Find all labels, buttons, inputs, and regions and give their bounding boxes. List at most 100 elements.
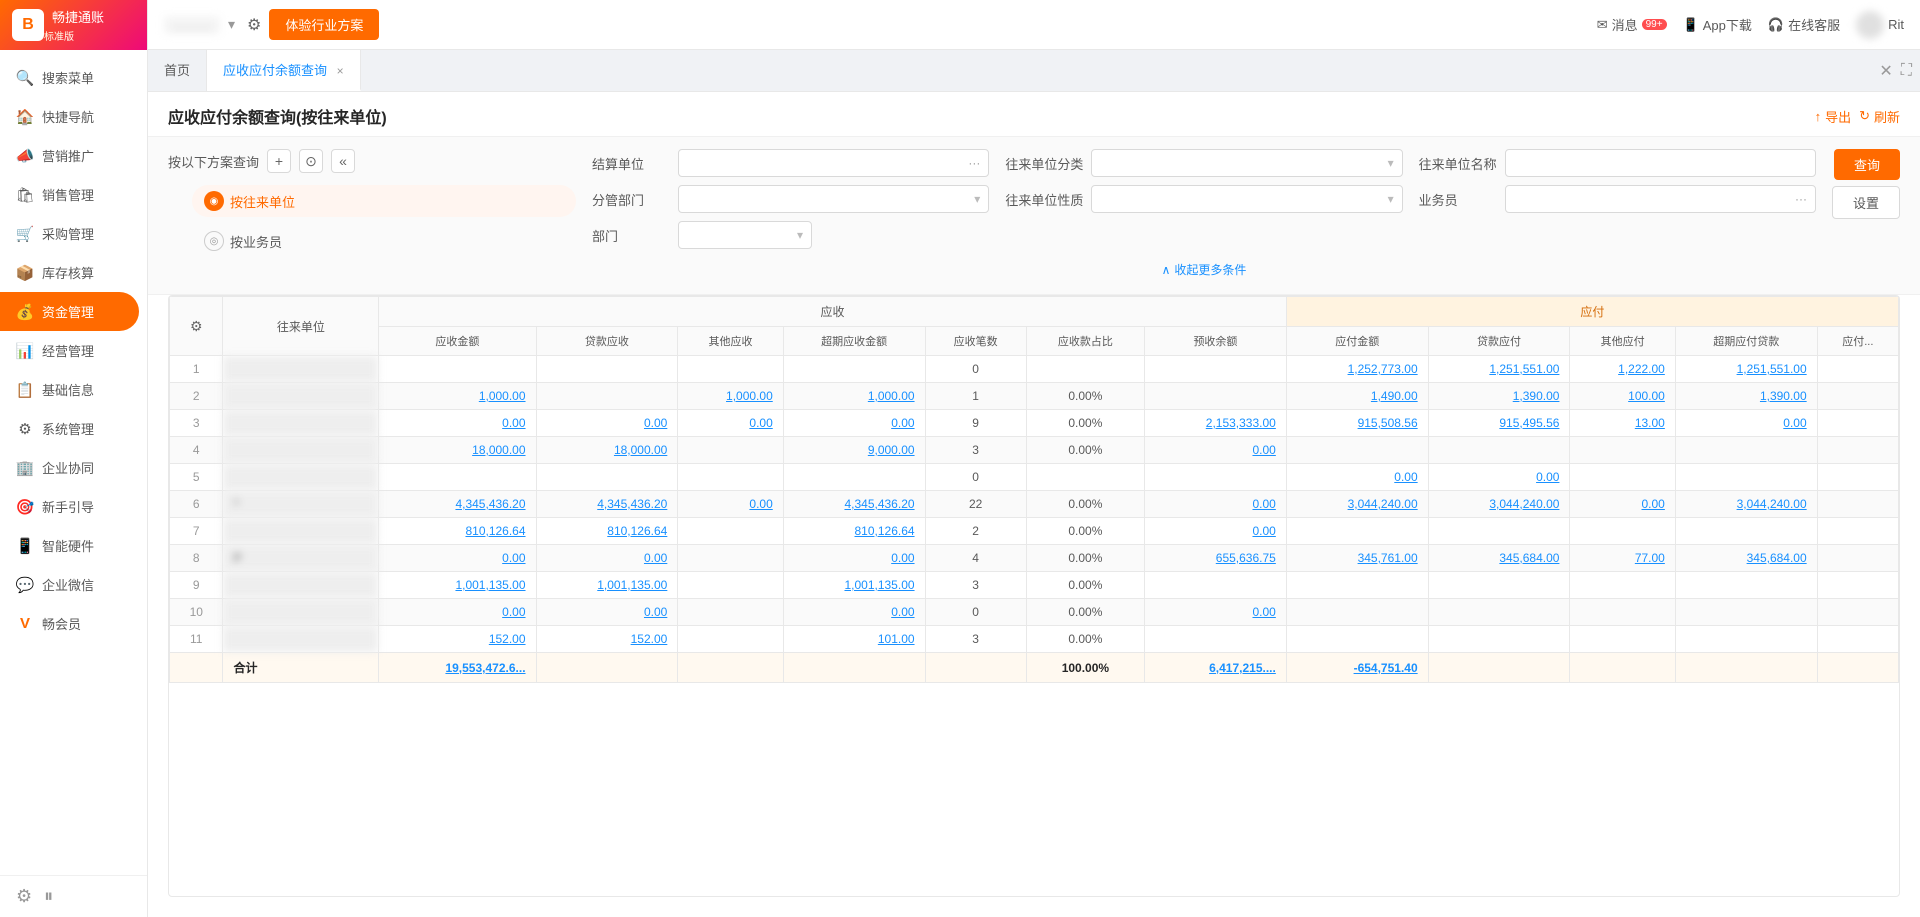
filter-collapse-button[interactable]: « (331, 149, 355, 173)
sidebar-footer: ⚙ ⏸ (0, 875, 147, 917)
finance-icon: 💰 (16, 303, 34, 321)
refresh-button[interactable]: ↻ 刷新 (1859, 107, 1900, 126)
query-button[interactable]: 查询 (1834, 149, 1900, 180)
wanglai-nature-select[interactable]: ▾ (1091, 185, 1402, 213)
tab-close-icon[interactable]: × (337, 64, 344, 78)
topbar-gear-icon[interactable]: ⚙ (247, 15, 261, 35)
col-ap-amount: 应付金额 (1286, 327, 1428, 356)
wanglai-name-input[interactable] (1505, 149, 1816, 177)
tab-ar-ap[interactable]: 应收应付余额查询 × (207, 50, 361, 91)
topbar-dropdown-icon[interactable]: ▾ (228, 16, 235, 33)
table-row: 6^4,345,436.204,345,436.200.004,345,436.… (170, 491, 1899, 518)
tab-bar: 首页 应收应付余额查询 × ✕ ⛶ (148, 50, 1920, 92)
sidebar-item-finance[interactable]: 💰 资金管理 (0, 292, 139, 331)
salesperson-input[interactable]: ··· (1505, 185, 1816, 213)
col-loan-ap: 贷款应付 (1428, 327, 1570, 356)
business-icon: 📊 (16, 342, 34, 360)
col-ap-more: 应付... (1817, 327, 1898, 356)
sidebar-item-purchase[interactable]: 🛒 采购管理 (0, 214, 147, 253)
sidebar-settings-icon[interactable]: ⚙ (16, 886, 32, 907)
subnav-by-partner[interactable]: ◉ 按往来单位 (192, 185, 576, 217)
sidebar-item-marketing[interactable]: 📣 营销推广 (0, 136, 147, 175)
table-row: 30.000.000.000.0090.00%2,153,333.00915,5… (170, 410, 1899, 437)
table-row: 7810,126.64810,126.64810,126.6420.00%0.0… (170, 518, 1899, 545)
col-overdue-ap: 超期应付贷款 (1675, 327, 1817, 356)
sidebar-logo: B 畅捷通账 标准版 (0, 0, 147, 50)
filter-row-3: 部门 ▾ (592, 221, 1816, 249)
filter-wanglai-nature: 往来单位性质 ▾ (1005, 185, 1402, 213)
sidebar-item-member[interactable]: V 畅会员 (0, 604, 147, 643)
topbar: ............ ▾ ⚙ 体验行业方案 ✉ 消息 99+ 📱 App下载… (148, 0, 1920, 50)
partner-nav-icon: ◉ (204, 191, 224, 211)
smarthw-icon: 📱 (16, 537, 34, 555)
logo-icon: B (12, 9, 44, 41)
subnav-by-staff[interactable]: ◎ 按业务员 (192, 225, 576, 257)
footer-settings (170, 653, 223, 683)
col-other-ap: 其他应付 (1570, 327, 1675, 356)
window-close-icon[interactable]: ✕ (1879, 61, 1892, 81)
filter-salesperson: 业务员 ··· (1419, 185, 1816, 213)
sidebar-item-system[interactable]: ⚙ 系统管理 (0, 409, 147, 448)
filter-action-btns: 查询 设置 (1832, 149, 1900, 282)
sidebar-item-search[interactable]: 🔍 搜索菜单 (0, 58, 147, 97)
sidebar-item-enterprise[interactable]: 🏢 企业协同 (0, 448, 147, 487)
plan-button[interactable]: 体验行业方案 (269, 9, 379, 40)
collapse-more-button[interactable]: ∧ 收起更多条件 (592, 257, 1816, 282)
footer-ar-total[interactable]: 19,553,472.6... (379, 653, 536, 683)
export-icon: ↑ (1815, 109, 1822, 124)
add-filter-button[interactable]: + (267, 149, 291, 173)
window-expand-icon[interactable]: ⛶ (1901, 62, 1912, 80)
query-scheme-nav: ◉ 按往来单位 ◎ 按业务员 (192, 185, 576, 257)
jisuandanwei-input[interactable]: ··· (678, 149, 989, 177)
staff-nav-icon: ◎ (204, 231, 224, 251)
col-ar-amount: 应收金额 (379, 327, 536, 356)
sidebar-nav: 🔍 搜索菜单 🏠 快捷导航 📣 营销推广 🛍 销售管理 🛒 采购管理 📦 (0, 50, 147, 875)
col-settings[interactable]: ⚙ (170, 297, 223, 356)
filter-wanglai-name: 往来单位名称 (1419, 149, 1816, 177)
enterprise-icon: 🏢 (16, 459, 34, 477)
table-row: 418,000.0018,000.009,000.0030.00%0.00 (170, 437, 1899, 464)
sidebar-item-wechat[interactable]: 💬 企业微信 (0, 565, 147, 604)
refresh-icon: ↻ (1859, 108, 1870, 124)
app-download-button[interactable]: 📱 App下载 (1683, 15, 1752, 34)
sidebar-collapse-icon[interactable]: ⏸ (44, 886, 53, 907)
page-title: 应收应付余额查询(按往来单位) (168, 104, 387, 128)
service-icon: 🎧 (1768, 17, 1784, 33)
dept2-select[interactable]: ▾ (678, 221, 812, 249)
footer-ap-total[interactable]: -654,751.40 (1286, 653, 1428, 683)
col-loan-ar: 贷款应收 (536, 327, 678, 356)
online-service-button[interactable]: 🎧 在线客服 (1768, 15, 1840, 34)
data-table-container: ⚙ 往来单位 应收 应付 应收金额 贷款应收 其他应收 超期应收金额 应收笔数 … (168, 295, 1900, 897)
footer-label: 合计 (223, 653, 379, 683)
department-select[interactable]: ▾ (678, 185, 989, 213)
table-footer-row: 合计 19,553,472.6... 100.00% 6,417,215....… (170, 653, 1899, 683)
search-menu-icon: 🔍 (16, 69, 34, 87)
member-icon: V (16, 615, 34, 633)
purchase-icon: 🛒 (16, 225, 34, 243)
sidebar-item-baseinfo[interactable]: 📋 基础信息 (0, 370, 147, 409)
collapse-icon: ∧ (1162, 263, 1171, 277)
sidebar-item-quicknav[interactable]: 🏠 快捷导航 (0, 97, 147, 136)
table-row: 91,001,135.001,001,135.001,001,135.0030.… (170, 572, 1899, 599)
sidebar-item-business[interactable]: 📊 经营管理 (0, 331, 147, 370)
sidebar-item-sales[interactable]: 🛍 销售管理 (0, 175, 147, 214)
sidebar-item-inventory[interactable]: 📦 库存核算 (0, 253, 147, 292)
tab-home[interactable]: 首页 (148, 50, 207, 91)
user-avatar[interactable]: Rit (1856, 11, 1904, 39)
table-row: 11152.00152.00101.0030.00% (170, 626, 1899, 653)
sidebar-item-smarthw[interactable]: 📱 智能硬件 (0, 526, 147, 565)
marketing-icon: 📣 (16, 147, 34, 165)
message-button[interactable]: ✉ 消息 99+ (1597, 15, 1667, 34)
filter-section: 按以下方案查询 + ⊙ « ◉ 按往来单位 ◎ 按业务员 (168, 149, 576, 282)
wanglai-category-select[interactable]: ▾ (1091, 149, 1402, 177)
export-button[interactable]: ↑ 导出 (1815, 107, 1852, 126)
system-icon: ⚙ (16, 420, 34, 438)
table-row: 100.000.000.0000.00%0.00 (170, 599, 1899, 626)
avatar-image (1856, 11, 1884, 39)
inventory-icon: 📦 (16, 264, 34, 282)
table-row: 21,000.001,000.001,000.0010.00%1,490.001… (170, 383, 1899, 410)
footer-prepay[interactable]: 6,417,215.... (1145, 653, 1287, 683)
sidebar-item-guide[interactable]: 🎯 新手引导 (0, 487, 147, 526)
settings-button[interactable]: 设置 (1832, 186, 1900, 219)
filter-settings-button[interactable]: ⊙ (299, 149, 323, 173)
